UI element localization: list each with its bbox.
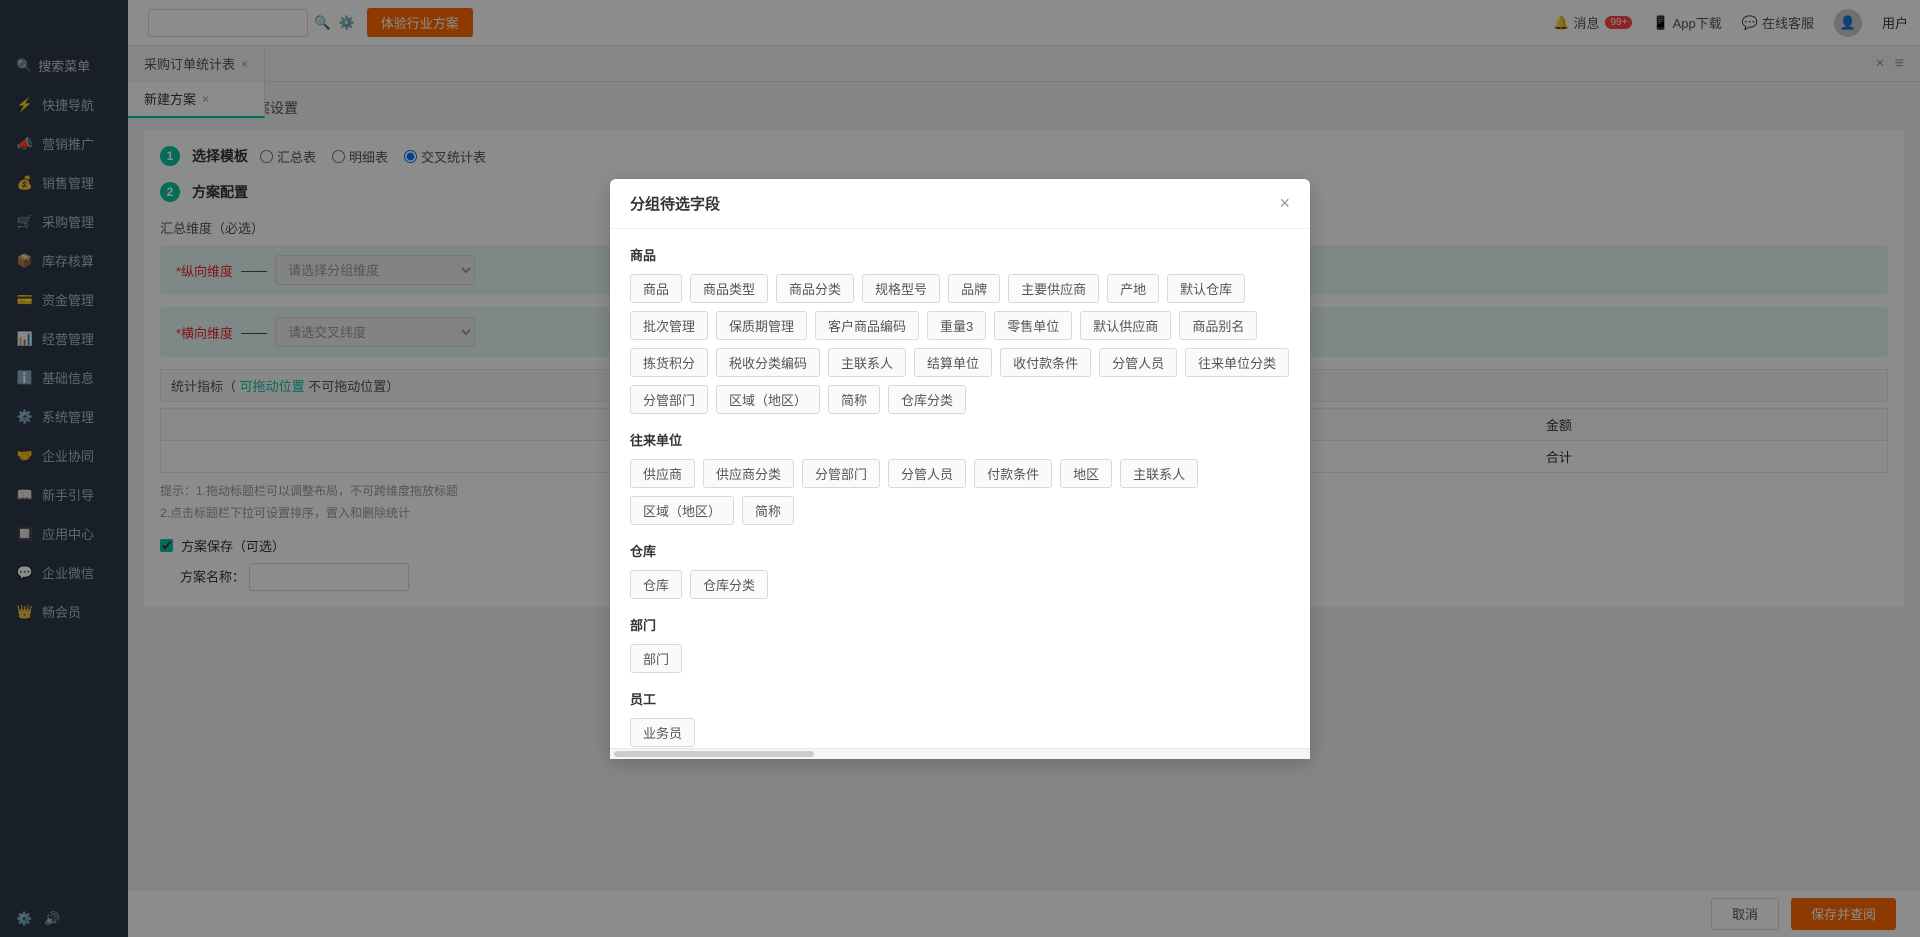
field-tag-partner-8[interactable]: 简称 — [742, 496, 794, 525]
field-tag-product-21[interactable]: 往来单位分类 — [1185, 348, 1289, 377]
field-section-department: 部门部门 — [630, 615, 1290, 673]
field-section-partner: 往来单位供应商供应商分类分管部门分管人员付款条件地区主联系人区域（地区） 简称 — [630, 430, 1290, 525]
field-tag-product-3[interactable]: 规格型号 — [862, 274, 940, 303]
field-tag-partner-5[interactable]: 地区 — [1060, 459, 1112, 488]
field-section-employee: 员工业务员 — [630, 689, 1290, 747]
modal: 分组待选字段 × 商品商品商品类型商品分类规格型号品牌主要供应商产地默认仓库批次… — [610, 179, 1310, 759]
field-tag-product-23[interactable]: 区域（地区） — [716, 385, 820, 414]
modal-close-button[interactable]: × — [1279, 194, 1290, 212]
field-grid-warehouse: 仓库仓库分类 — [630, 570, 1290, 599]
field-grid-department: 部门 — [630, 644, 1290, 673]
field-tag-product-11[interactable]: 重量3 — [927, 311, 986, 340]
modal-title: 分组待选字段 — [630, 193, 720, 214]
modal-horizontal-scrollbar[interactable] — [610, 748, 1310, 758]
modal-hscroll-thumb — [614, 751, 814, 757]
field-grid-employee: 业务员 — [630, 718, 1290, 747]
field-tag-partner-7[interactable]: 区域（地区） — [630, 496, 734, 525]
section-title-department: 部门 — [630, 615, 1290, 634]
field-tag-product-7[interactable]: 默认仓库 — [1167, 274, 1245, 303]
field-tag-partner-3[interactable]: 分管人员 — [888, 459, 966, 488]
field-tag-product-1[interactable]: 商品类型 — [690, 274, 768, 303]
field-tag-warehouse-1[interactable]: 仓库分类 — [690, 570, 768, 599]
field-tag-product-2[interactable]: 商品分类 — [776, 274, 854, 303]
field-tag-product-0[interactable]: 商品 — [630, 274, 682, 303]
section-title-warehouse: 仓库 — [630, 541, 1290, 560]
modal-header: 分组待选字段 × — [610, 179, 1310, 229]
field-tag-product-12[interactable]: 零售单位 — [994, 311, 1072, 340]
field-tag-partner-1[interactable]: 供应商分类 — [703, 459, 794, 488]
modal-body[interactable]: 商品商品商品类型商品分类规格型号品牌主要供应商产地默认仓库批次管理保质期管理客户… — [610, 229, 1310, 749]
field-tag-warehouse-0[interactable]: 仓库 — [630, 570, 682, 599]
field-tag-product-6[interactable]: 产地 — [1107, 274, 1159, 303]
field-tag-department-0[interactable]: 部门 — [630, 644, 682, 673]
field-tag-product-14[interactable]: 商品别名 — [1179, 311, 1257, 340]
field-section-product: 商品商品商品类型商品分类规格型号品牌主要供应商产地默认仓库批次管理保质期管理客户… — [630, 245, 1290, 414]
field-tag-product-24[interactable]: 简称 — [828, 385, 880, 414]
field-tag-employee-0[interactable]: 业务员 — [630, 718, 695, 747]
field-tag-product-22[interactable]: 分管部门 — [630, 385, 708, 414]
field-tag-partner-0[interactable]: 供应商 — [630, 459, 695, 488]
field-tag-product-16[interactable]: 税收分类编码 — [716, 348, 820, 377]
section-title-product: 商品 — [630, 245, 1290, 264]
field-tag-product-8[interactable]: 批次管理 — [630, 311, 708, 340]
section-title-employee: 员工 — [630, 689, 1290, 708]
field-grid-partner: 供应商供应商分类分管部门分管人员付款条件地区主联系人区域（地区） 简称 — [630, 459, 1290, 525]
field-tag-product-15[interactable]: 拣货积分 — [630, 348, 708, 377]
field-tag-product-20[interactable]: 分管人员 — [1099, 348, 1177, 377]
field-grid-product: 商品商品类型商品分类规格型号品牌主要供应商产地默认仓库批次管理保质期管理客户商品… — [630, 274, 1290, 414]
field-tag-product-19[interactable]: 收付款条件 — [1000, 348, 1091, 377]
field-tag-partner-2[interactable]: 分管部门 — [802, 459, 880, 488]
modal-overlay[interactable]: 分组待选字段 × 商品商品商品类型商品分类规格型号品牌主要供应商产地默认仓库批次… — [0, 0, 1920, 937]
field-section-warehouse: 仓库仓库仓库分类 — [630, 541, 1290, 599]
field-tag-product-10[interactable]: 客户商品编码 — [815, 311, 919, 340]
section-title-partner: 往来单位 — [630, 430, 1290, 449]
field-tag-product-9[interactable]: 保质期管理 — [716, 311, 807, 340]
field-tag-product-13[interactable]: 默认供应商 — [1080, 311, 1171, 340]
field-tag-product-17[interactable]: 主联系人 — [828, 348, 906, 377]
field-tag-product-18[interactable]: 结算单位 — [914, 348, 992, 377]
field-tag-partner-6[interactable]: 主联系人 — [1120, 459, 1198, 488]
field-tag-product-5[interactable]: 主要供应商 — [1008, 274, 1099, 303]
field-tag-partner-4[interactable]: 付款条件 — [974, 459, 1052, 488]
field-tag-product-4[interactable]: 品牌 — [948, 274, 1000, 303]
field-tag-product-25[interactable]: 仓库分类 — [888, 385, 966, 414]
